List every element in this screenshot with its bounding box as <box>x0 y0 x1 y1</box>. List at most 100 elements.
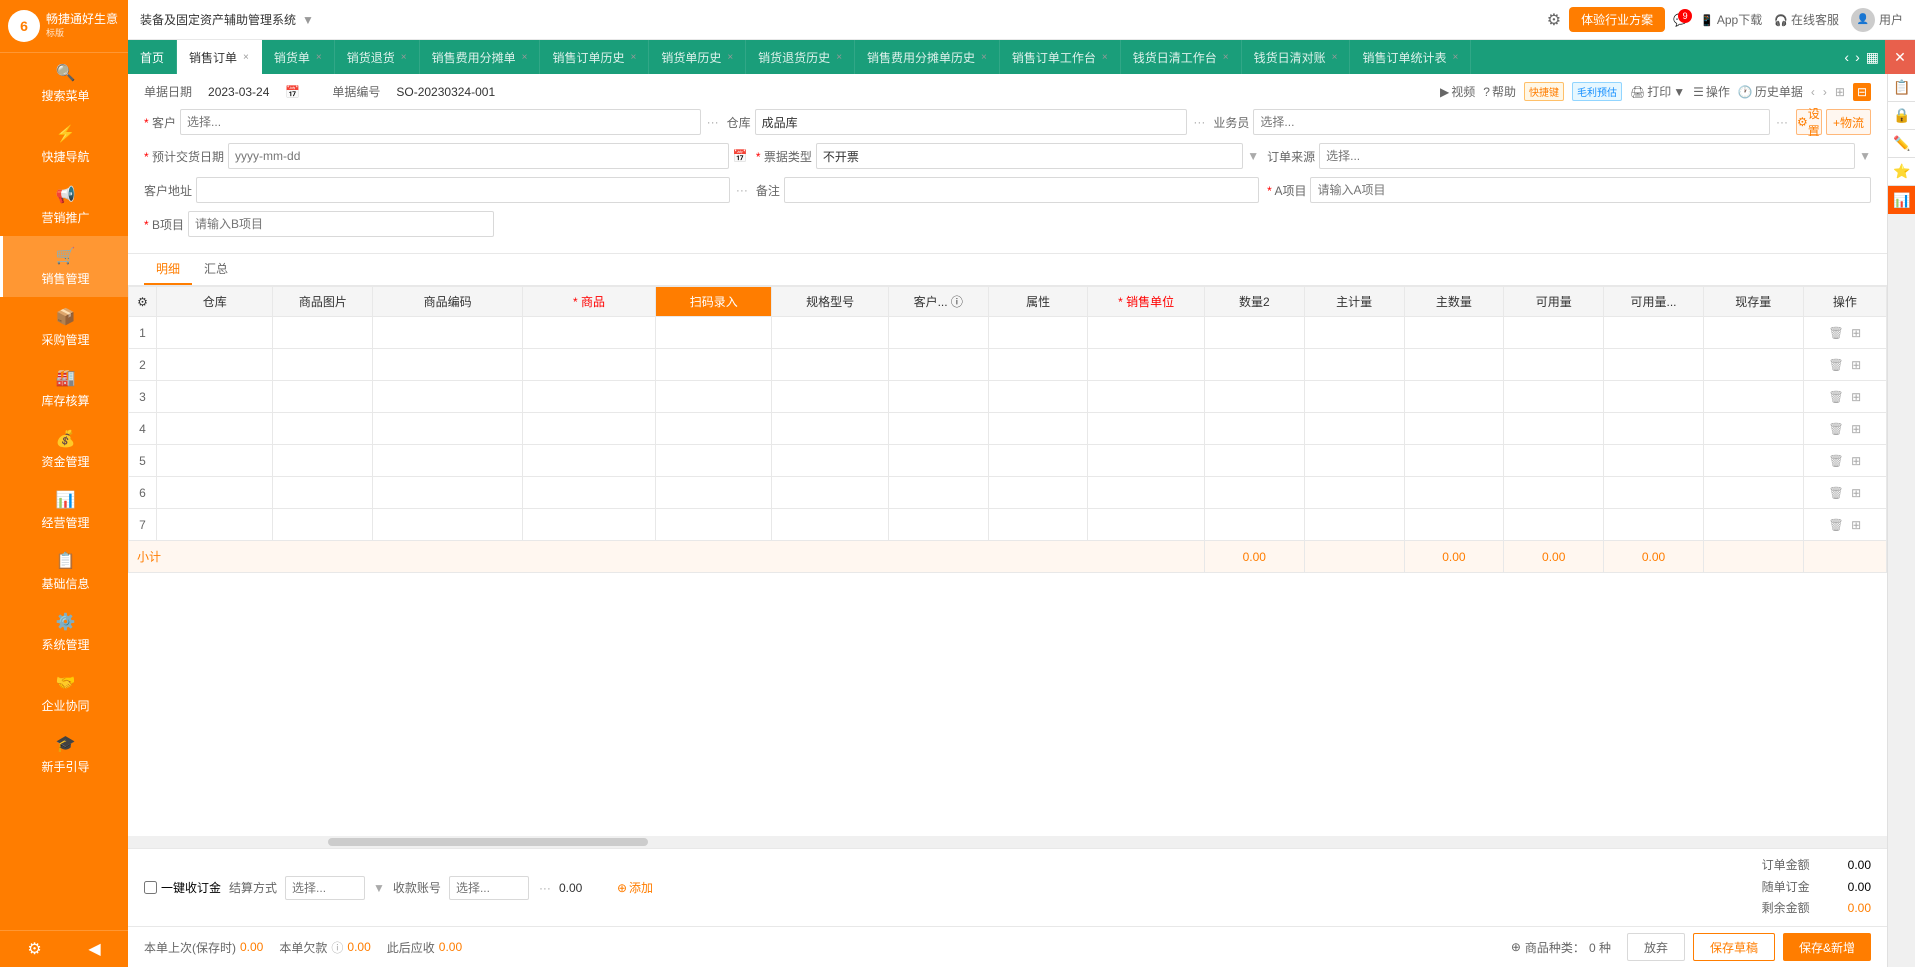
cell-unit[interactable] <box>1088 413 1204 445</box>
tab-fee-history[interactable]: 销售费用分摊单历史 × <box>855 40 1000 74</box>
cell-attr[interactable] <box>988 381 1088 413</box>
tab-close-icon[interactable]: × <box>630 52 636 63</box>
sidebar-item-sales[interactable]: 🛒 销售管理 <box>0 236 128 297</box>
sidebar-item-finance[interactable]: 💰 资金管理 <box>0 419 128 480</box>
sidebar-item-purchase[interactable]: 📦 采购管理 <box>0 297 128 358</box>
cell-stock[interactable] <box>1703 349 1803 381</box>
cell-stock[interactable] <box>1703 445 1803 477</box>
cell-main-qty[interactable] <box>1404 381 1504 413</box>
cell-main-qty[interactable] <box>1404 317 1504 349</box>
row-delete-icon[interactable]: 🗑 <box>1829 454 1844 468</box>
cell-main-unit[interactable] <box>1304 445 1404 477</box>
cell-code[interactable] <box>373 413 523 445</box>
warehouse-more-icon[interactable]: ··· <box>1193 115 1205 129</box>
cell-main-unit[interactable] <box>1304 509 1404 541</box>
cell-qty2[interactable] <box>1204 349 1304 381</box>
cell-warehouse[interactable] <box>157 445 273 477</box>
row-delete-icon[interactable]: 🗑 <box>1829 358 1844 372</box>
help-btn[interactable]: ? 帮助 <box>1483 83 1516 100</box>
cell-customer-code[interactable] <box>888 413 988 445</box>
cell-qty2[interactable] <box>1204 413 1304 445</box>
user-menu[interactable]: 👤 用户 <box>1851 8 1903 32</box>
tab-stats[interactable]: 销售订单统计表 × <box>1350 40 1471 74</box>
profit-btn[interactable]: 毛利预估 <box>1572 82 1622 101</box>
cell-avail[interactable] <box>1504 413 1604 445</box>
order-source-dropdown-icon[interactable]: ▼ <box>1859 149 1871 163</box>
float-icon-3[interactable]: ✏️ <box>1888 130 1915 158</box>
cell-main-unit[interactable] <box>1304 349 1404 381</box>
tab-close-all[interactable]: ✕ <box>1885 40 1915 74</box>
cell-scan[interactable] <box>656 413 772 445</box>
b-project-input[interactable] <box>188 211 494 237</box>
cell-stock[interactable] <box>1703 413 1803 445</box>
tab-close-icon[interactable]: × <box>1102 52 1108 63</box>
payment-method-input[interactable] <box>285 876 365 900</box>
row-copy-icon[interactable]: ⊞ <box>1851 486 1861 500</box>
row-copy-icon[interactable]: ⊞ <box>1851 358 1861 372</box>
cell-spec[interactable] <box>772 349 888 381</box>
note-input[interactable] <box>784 177 1259 203</box>
row-delete-icon[interactable]: 🗑 <box>1829 422 1844 436</box>
cell-customer-code[interactable] <box>888 509 988 541</box>
cell-attr[interactable] <box>988 509 1088 541</box>
cell-main-unit[interactable] <box>1304 381 1404 413</box>
cell-scan[interactable] <box>656 381 772 413</box>
tab-close-icon[interactable]: × <box>981 52 987 63</box>
cell-code[interactable] <box>373 509 523 541</box>
tab-next-icon[interactable]: › <box>1853 49 1862 65</box>
delivery-input[interactable] <box>228 143 729 169</box>
row-copy-icon[interactable]: ⊞ <box>1851 518 1861 532</box>
cell-stock[interactable] <box>1703 317 1803 349</box>
settings-bottom-icon[interactable]: ⚙ <box>27 939 41 959</box>
cell-main-unit[interactable] <box>1304 317 1404 349</box>
cell-code[interactable] <box>373 445 523 477</box>
cell-code[interactable] <box>373 349 523 381</box>
tab-daily-workbench[interactable]: 钱货日清工作台 × <box>1121 40 1242 74</box>
invoice-dropdown-icon[interactable]: ▼ <box>1247 149 1259 163</box>
cell-unit[interactable] <box>1088 317 1204 349</box>
cell-customer-code[interactable] <box>888 445 988 477</box>
th-settings[interactable]: ⚙ <box>129 287 157 317</box>
sidebar-item-enterprise[interactable]: 🤝 企业协同 <box>0 663 128 724</box>
tab-prev-icon[interactable]: ‹ <box>1842 49 1851 65</box>
customer-more-icon[interactable]: ··· <box>707 115 719 129</box>
order-source-input[interactable] <box>1319 143 1855 169</box>
tab-sales-return[interactable]: 销货退货 × <box>335 40 420 74</box>
cell-avail[interactable] <box>1504 477 1604 509</box>
sidebar-item-search[interactable]: 🔍 搜索菜单 <box>0 53 128 114</box>
cell-qty2[interactable] <box>1204 445 1304 477</box>
row-copy-icon[interactable]: ⊞ <box>1851 422 1861 436</box>
row-delete-icon[interactable]: 🗑 <box>1829 486 1844 500</box>
cell-avail2[interactable] <box>1604 445 1704 477</box>
scroll-thumb[interactable] <box>328 838 648 846</box>
sidebar-item-system[interactable]: ⚙️ 系统管理 <box>0 602 128 663</box>
tab-home[interactable]: 首页 <box>128 40 177 74</box>
customer-addr-input[interactable] <box>196 177 730 203</box>
account-more-icon[interactable]: ··· <box>539 881 551 895</box>
cell-customer-code[interactable] <box>888 349 988 381</box>
settings-icon[interactable]: ⚙ <box>1547 10 1561 30</box>
view-btn[interactable]: ▶ 视频 <box>1440 83 1475 100</box>
salesperson-more-icon[interactable]: ··· <box>1776 115 1788 129</box>
cell-ops[interactable]: 🗑 ⊞ <box>1803 413 1886 445</box>
cell-scan[interactable] <box>656 477 772 509</box>
cell-avail2[interactable] <box>1604 413 1704 445</box>
row-copy-icon[interactable]: ⊞ <box>1851 326 1861 340</box>
salesperson-input[interactable] <box>1253 109 1770 135</box>
addr-more-icon[interactable]: ··· <box>736 183 748 197</box>
tab-close-icon[interactable]: × <box>1223 52 1229 63</box>
cell-spec[interactable] <box>772 413 888 445</box>
cell-attr[interactable] <box>988 349 1088 381</box>
cell-attr[interactable] <box>988 413 1088 445</box>
row-delete-icon[interactable]: 🗑 <box>1829 326 1844 340</box>
customer-input[interactable] <box>180 109 701 135</box>
cell-main-unit[interactable] <box>1304 477 1404 509</box>
cell-spec[interactable] <box>772 445 888 477</box>
credit-info-icon[interactable]: ⓘ <box>331 939 343 956</box>
toolbar-shrink-icon[interactable]: ⊟ <box>1853 83 1871 101</box>
tab-sales-order[interactable]: 销售订单 × <box>177 40 262 74</box>
sidebar-item-quick[interactable]: ⚡ 快捷导航 <box>0 114 128 175</box>
cell-customer-code[interactable] <box>888 381 988 413</box>
toolbar-expand-icon[interactable]: ⊞ <box>1835 85 1845 99</box>
tab-sales-history[interactable]: 销售订单历史 × <box>540 40 649 74</box>
